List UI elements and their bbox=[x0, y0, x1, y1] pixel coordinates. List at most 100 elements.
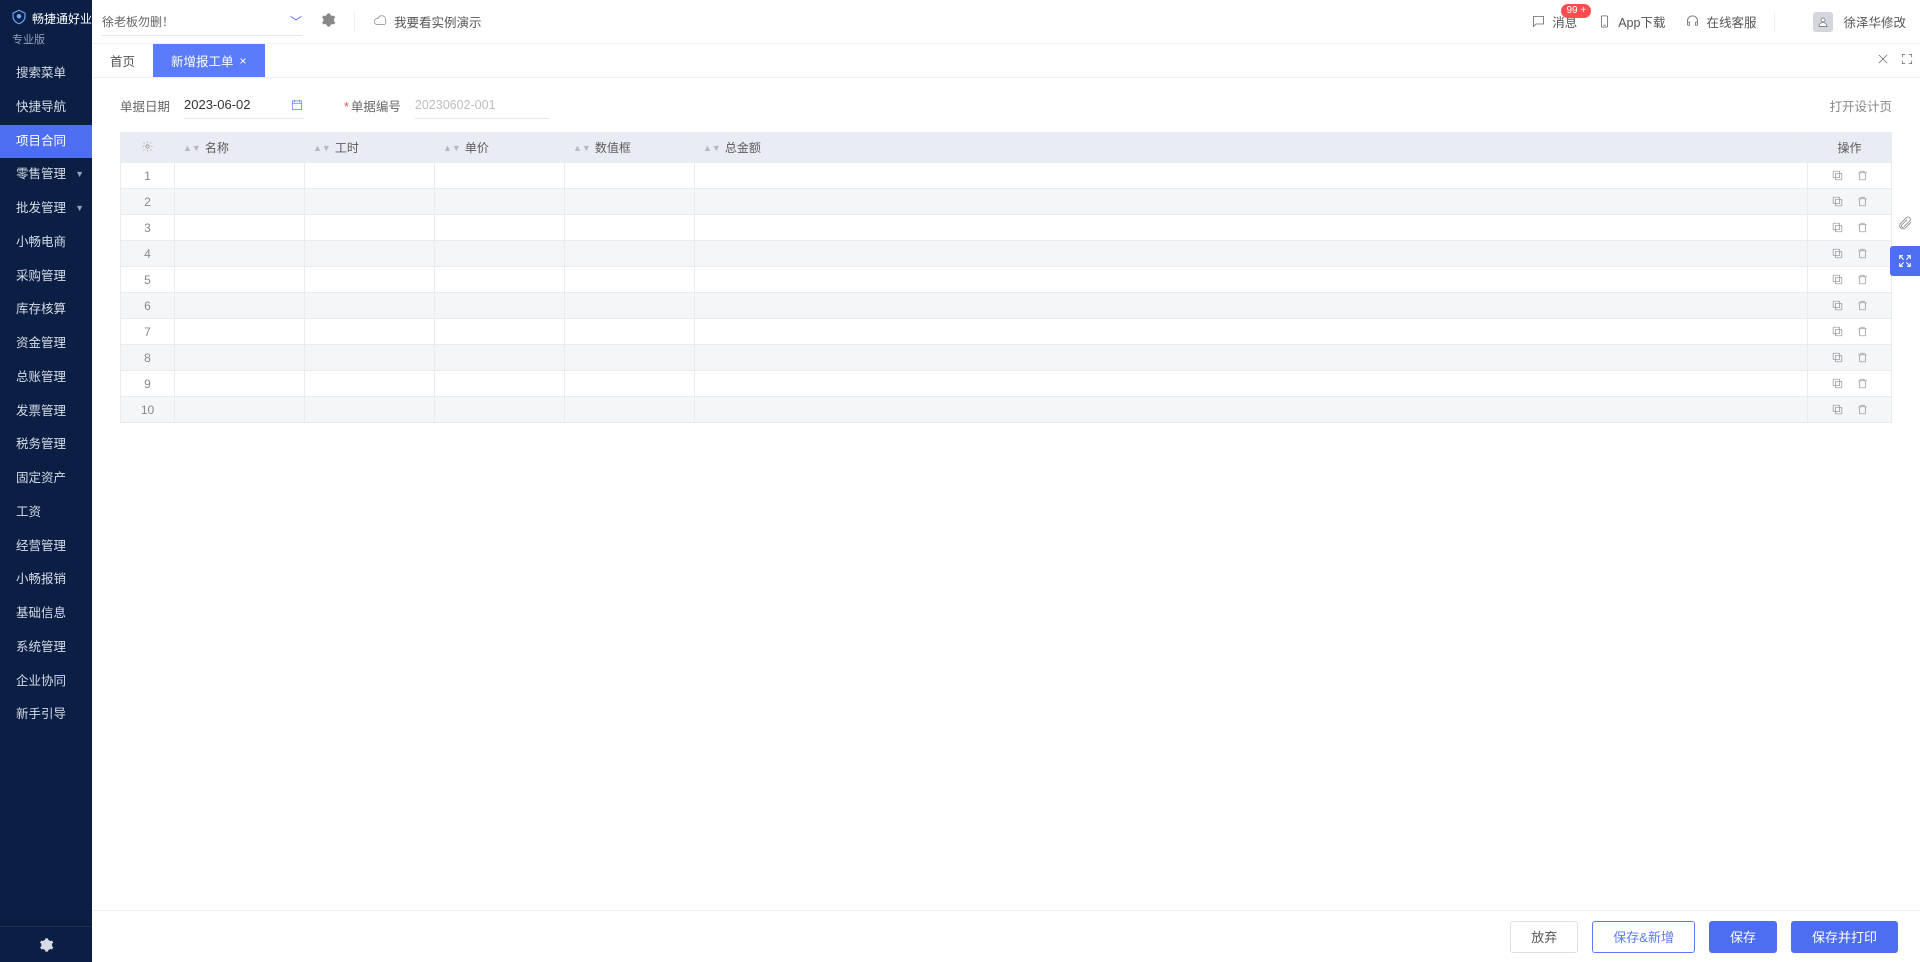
delete-row-icon[interactable] bbox=[1856, 403, 1869, 416]
cell-price[interactable] bbox=[435, 163, 565, 189]
cell-numbox[interactable] bbox=[565, 241, 695, 267]
date-input[interactable]: 2023-06-02 bbox=[184, 91, 304, 119]
cell-numbox[interactable] bbox=[565, 189, 695, 215]
sidebar-item-7[interactable]: 库存核算 bbox=[0, 293, 92, 327]
code-input[interactable]: 20230602-001 bbox=[415, 91, 550, 119]
cell-total[interactable] bbox=[695, 215, 1808, 241]
delete-row-icon[interactable] bbox=[1856, 377, 1869, 390]
cell-name[interactable] bbox=[175, 267, 305, 293]
sidebar-item-12[interactable]: 固定资产 bbox=[0, 462, 92, 496]
delete-row-icon[interactable] bbox=[1856, 247, 1869, 260]
save-and-new-button[interactable]: 保存&新增 bbox=[1592, 921, 1695, 953]
tab-1[interactable]: 新增报工单× bbox=[153, 44, 265, 77]
expand-button[interactable] bbox=[1890, 246, 1920, 276]
cell-numbox[interactable] bbox=[565, 397, 695, 423]
sidebar-item-8[interactable]: 资金管理 bbox=[0, 327, 92, 361]
cell-total[interactable] bbox=[695, 319, 1808, 345]
sidebar-item-16[interactable]: 基础信息 bbox=[0, 597, 92, 631]
sidebar-item-2[interactable]: 项目合同 bbox=[0, 125, 92, 159]
cell-hours[interactable] bbox=[305, 267, 435, 293]
delete-row-icon[interactable] bbox=[1856, 195, 1869, 208]
sidebar-item-5[interactable]: 小畅电商 bbox=[0, 226, 92, 260]
col-header-total[interactable]: ▲▼总金额 bbox=[695, 133, 1808, 163]
cell-name[interactable] bbox=[175, 241, 305, 267]
app-download-button[interactable]: App下载 bbox=[1597, 12, 1665, 31]
delete-row-icon[interactable] bbox=[1856, 299, 1869, 312]
cell-total[interactable] bbox=[695, 293, 1808, 319]
cell-price[interactable] bbox=[435, 215, 565, 241]
cell-price[interactable] bbox=[435, 397, 565, 423]
delete-row-icon[interactable] bbox=[1856, 325, 1869, 338]
sidebar-item-9[interactable]: 总账管理 bbox=[0, 361, 92, 395]
col-header-numbox[interactable]: ▲▼数值框 bbox=[565, 133, 695, 163]
cell-total[interactable] bbox=[695, 189, 1808, 215]
copy-row-icon[interactable] bbox=[1831, 169, 1844, 182]
cell-price[interactable] bbox=[435, 189, 565, 215]
cell-price[interactable] bbox=[435, 293, 565, 319]
cell-name[interactable] bbox=[175, 163, 305, 189]
close-icon[interactable]: × bbox=[240, 54, 247, 68]
cell-price[interactable] bbox=[435, 371, 565, 397]
company-selector[interactable]: 徐老板勿删！ ﹀ bbox=[102, 8, 302, 36]
cell-name[interactable] bbox=[175, 371, 305, 397]
cell-name[interactable] bbox=[175, 397, 305, 423]
cell-total[interactable] bbox=[695, 345, 1808, 371]
sidebar-item-17[interactable]: 系统管理 bbox=[0, 631, 92, 665]
support-button[interactable]: 在线客服 bbox=[1685, 12, 1756, 31]
col-header-name[interactable]: ▲▼名称 bbox=[175, 133, 305, 163]
topbar-settings-button[interactable] bbox=[320, 12, 336, 31]
delete-row-icon[interactable] bbox=[1856, 169, 1869, 182]
copy-row-icon[interactable] bbox=[1831, 221, 1844, 234]
cell-total[interactable] bbox=[695, 241, 1808, 267]
cell-price[interactable] bbox=[435, 241, 565, 267]
copy-row-icon[interactable] bbox=[1831, 195, 1844, 208]
sidebar-item-13[interactable]: 工资 bbox=[0, 496, 92, 530]
cell-name[interactable] bbox=[175, 189, 305, 215]
cell-hours[interactable] bbox=[305, 241, 435, 267]
cell-name[interactable] bbox=[175, 319, 305, 345]
cell-hours[interactable] bbox=[305, 215, 435, 241]
sidebar-item-0[interactable]: 搜索菜单 bbox=[0, 57, 92, 91]
cell-price[interactable] bbox=[435, 267, 565, 293]
sidebar-item-3[interactable]: 零售管理▼ bbox=[0, 158, 92, 192]
cell-hours[interactable] bbox=[305, 293, 435, 319]
tab-0[interactable]: 首页 bbox=[92, 44, 153, 77]
copy-row-icon[interactable] bbox=[1831, 273, 1844, 286]
discard-button[interactable]: 放弃 bbox=[1510, 921, 1578, 953]
sidebar-item-19[interactable]: 新手引导 bbox=[0, 698, 92, 732]
sidebar-item-15[interactable]: 小畅报销 bbox=[0, 563, 92, 597]
sidebar-item-18[interactable]: 企业协同 bbox=[0, 665, 92, 699]
cell-hours[interactable] bbox=[305, 397, 435, 423]
delete-row-icon[interactable] bbox=[1856, 351, 1869, 364]
save-button[interactable]: 保存 bbox=[1709, 921, 1777, 953]
cell-price[interactable] bbox=[435, 319, 565, 345]
demo-link[interactable]: 我要看实例演示 bbox=[373, 12, 482, 31]
sidebar-settings[interactable] bbox=[0, 926, 92, 962]
cell-numbox[interactable] bbox=[565, 163, 695, 189]
cell-hours[interactable] bbox=[305, 345, 435, 371]
cell-hours[interactable] bbox=[305, 371, 435, 397]
cell-numbox[interactable] bbox=[565, 293, 695, 319]
cell-name[interactable] bbox=[175, 215, 305, 241]
delete-row-icon[interactable] bbox=[1856, 273, 1869, 286]
cell-total[interactable] bbox=[695, 397, 1808, 423]
cell-name[interactable] bbox=[175, 345, 305, 371]
cell-numbox[interactable] bbox=[565, 267, 695, 293]
user-menu[interactable]: 徐泽华修改 bbox=[1813, 12, 1906, 32]
tab-close-button[interactable] bbox=[1876, 52, 1890, 69]
sidebar-item-6[interactable]: 采购管理 bbox=[0, 260, 92, 294]
settings-col-header[interactable] bbox=[121, 133, 175, 163]
save-and-print-button[interactable]: 保存并打印 bbox=[1791, 921, 1898, 953]
delete-row-icon[interactable] bbox=[1856, 221, 1869, 234]
sidebar-item-10[interactable]: 发票管理 bbox=[0, 395, 92, 429]
cell-name[interactable] bbox=[175, 293, 305, 319]
sidebar-item-14[interactable]: 经营管理 bbox=[0, 530, 92, 564]
cell-numbox[interactable] bbox=[565, 371, 695, 397]
copy-row-icon[interactable] bbox=[1831, 351, 1844, 364]
sidebar-item-4[interactable]: 批发管理▼ bbox=[0, 192, 92, 226]
cell-price[interactable] bbox=[435, 345, 565, 371]
cell-total[interactable] bbox=[695, 267, 1808, 293]
cell-hours[interactable] bbox=[305, 163, 435, 189]
cell-numbox[interactable] bbox=[565, 215, 695, 241]
cell-numbox[interactable] bbox=[565, 319, 695, 345]
